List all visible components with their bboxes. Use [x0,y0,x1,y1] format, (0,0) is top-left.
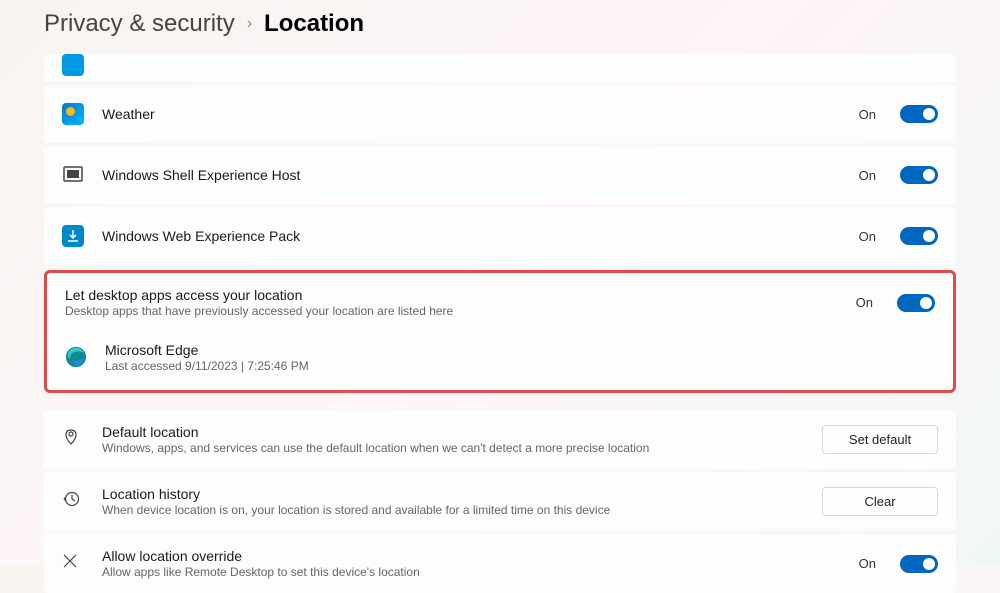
row-title: Default location [102,424,804,440]
chevron-right-icon: › [247,15,252,33]
toggle-state: On [859,107,876,122]
override-icon [62,553,84,574]
desktop-apps-header[interactable]: Let desktop apps access your location De… [47,273,953,332]
row-title: Allow location override [102,548,841,564]
app-name: Microsoft Edge [105,342,935,358]
location-override-row: Allow location override Allow apps like … [44,534,956,593]
list-item-edge: Microsoft Edge Last accessed 9/11/2023 |… [47,332,953,390]
breadcrumb-current: Location [264,10,364,38]
row-subtitle: Windows, apps, and services can use the … [102,441,804,455]
app-name: Weather [102,106,841,122]
toggle-switch[interactable] [900,555,938,573]
location-pin-icon [62,428,84,451]
row-title: Location history [102,486,804,502]
app-name: Windows Shell Experience Host [102,167,841,183]
location-history-row: Location history When device location is… [44,472,956,531]
section-subtitle: Desktop apps that have previously access… [65,304,838,318]
breadcrumb-parent[interactable]: Privacy & security [44,10,235,38]
app-icon [62,54,84,76]
toggle-partial [900,63,938,67]
weather-icon [62,103,84,125]
set-default-button[interactable]: Set default [822,425,938,454]
toggle-state: On [856,295,873,310]
list-item-webexp[interactable]: Windows Web Experience Pack On [44,207,956,265]
toggle-state: On [859,168,876,183]
list-item-shell[interactable]: Windows Shell Experience Host On [44,146,956,204]
toggle-switch[interactable] [900,166,938,184]
toggle-switch[interactable] [900,227,938,245]
breadcrumb: Privacy & security › Location [0,0,1000,54]
desktop-apps-section-highlighted: Let desktop apps access your location De… [44,270,956,393]
last-accessed: Last accessed 9/11/2023 | 7:25:46 PM [105,359,935,373]
row-subtitle: When device location is on, your locatio… [102,503,804,517]
list-item-partial [44,54,956,82]
row-subtitle: Allow apps like Remote Desktop to set th… [102,565,841,579]
toggle-switch[interactable] [900,105,938,123]
toggle-state: On [859,229,876,244]
toggle-state: On [859,556,876,571]
toggle-switch[interactable] [897,294,935,312]
history-icon [62,490,84,513]
webexp-icon [62,225,84,247]
clear-button[interactable]: Clear [822,487,938,516]
shell-icon [62,164,84,186]
app-name: Windows Web Experience Pack [102,228,841,244]
default-location-row: Default location Windows, apps, and serv… [44,410,956,469]
section-title: Let desktop apps access your location [65,287,838,303]
list-item-weather[interactable]: Weather On [44,85,956,143]
edge-icon [65,346,87,368]
